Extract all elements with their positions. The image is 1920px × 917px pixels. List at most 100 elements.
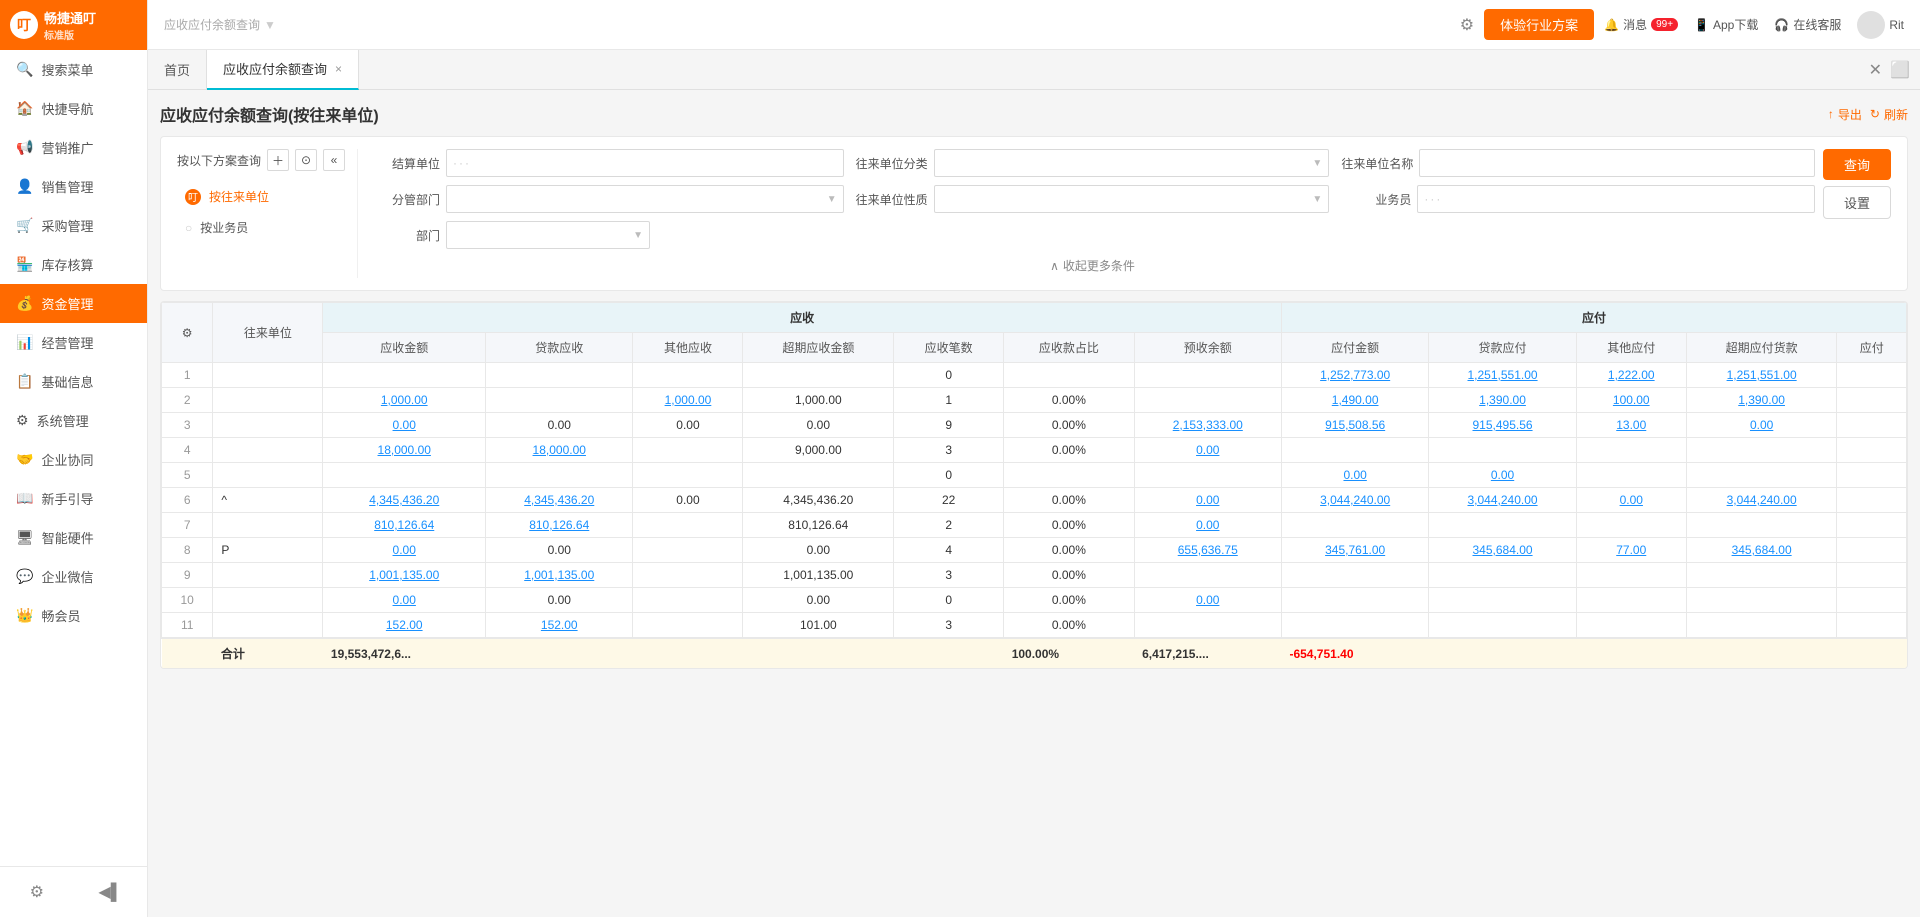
table-cell[interactable]: 1,252,773.00: [1281, 363, 1428, 388]
table-cell[interactable]: 0.00: [323, 538, 486, 563]
sidebar-item-guide[interactable]: 📖 新手引导: [0, 479, 147, 518]
online-service-btn[interactable]: 🎧 在线客服: [1774, 16, 1841, 33]
scheme-by-partner[interactable]: 叮 按往来单位: [177, 181, 345, 212]
sidebar-item-sales[interactable]: 👤 销售管理: [0, 167, 147, 206]
industry-solution-btn[interactable]: 体验行业方案: [1484, 9, 1594, 40]
table-cell: [213, 388, 323, 413]
refresh-btn[interactable]: ↻ 刷新: [1870, 106, 1908, 123]
sidebar-item-enterprise[interactable]: 🤝 企业协同: [0, 440, 147, 479]
table-cell[interactable]: 1,251,551.00: [1686, 363, 1837, 388]
sidebar-item-quick-nav[interactable]: 🏠 快捷导航: [0, 89, 147, 128]
table-cell[interactable]: 0.00: [1686, 413, 1837, 438]
table-cell[interactable]: 915,495.56: [1429, 413, 1576, 438]
partner-category-input[interactable]: ▼: [934, 149, 1330, 177]
tab-close-icon[interactable]: ×: [335, 62, 342, 76]
table-cell[interactable]: 0.00: [323, 588, 486, 613]
table-cell[interactable]: 1,000.00: [323, 388, 486, 413]
dept-mgr-label: 分管部门: [370, 191, 440, 208]
table-cell[interactable]: 655,636.75: [1134, 538, 1281, 563]
table-cell[interactable]: 1,001,135.00: [486, 563, 633, 588]
table-cell[interactable]: 810,126.64: [323, 513, 486, 538]
sidebar-item-basic[interactable]: 📋 基础信息: [0, 362, 147, 401]
table-cell[interactable]: 18,000.00: [323, 438, 486, 463]
table-cell[interactable]: 0.00: [1576, 488, 1686, 513]
settings-btn[interactable]: 设置: [1823, 186, 1891, 219]
table-cell[interactable]: 100.00: [1576, 388, 1686, 413]
collapse-more-btn[interactable]: ∧ 收起更多条件: [1038, 253, 1147, 278]
table-cell[interactable]: 1,001,135.00: [323, 563, 486, 588]
sidebar-item-system[interactable]: ⚙ 系统管理: [0, 401, 147, 440]
sidebar-item-search-menu[interactable]: 🔍 搜索菜单: [0, 50, 147, 89]
table-cell[interactable]: 1,000.00: [633, 388, 743, 413]
scheme-by-salesperson[interactable]: ○ 按业务员: [177, 212, 345, 243]
filter-settings-btn[interactable]: ⊙: [295, 149, 317, 171]
table-cell[interactable]: 77.00: [1576, 538, 1686, 563]
sidebar-settings-btn[interactable]: ⚙: [17, 877, 57, 907]
sidebar-item-member[interactable]: 👑 畅会员: [0, 596, 147, 635]
table-cell[interactable]: 13.00: [1576, 413, 1686, 438]
table-cell[interactable]: 3,044,240.00: [1281, 488, 1428, 513]
table-cell[interactable]: 0.00: [1134, 438, 1281, 463]
table-cell: [1134, 363, 1281, 388]
table-cell[interactable]: 18,000.00: [486, 438, 633, 463]
table-cell[interactable]: 1,390.00: [1429, 388, 1576, 413]
table-cell[interactable]: 0.00: [323, 413, 486, 438]
sidebar-item-inventory[interactable]: 🏪 库存核算: [0, 245, 147, 284]
dept-input[interactable]: ▼: [446, 221, 650, 249]
salesperson-label: 业务员: [1341, 191, 1411, 208]
table-cell[interactable]: 345,761.00: [1281, 538, 1428, 563]
export-btn[interactable]: ↑ 导出: [1828, 106, 1862, 123]
table-cell: [213, 438, 323, 463]
table-cell[interactable]: 0.00: [1134, 588, 1281, 613]
table-cell[interactable]: 810,126.64: [486, 513, 633, 538]
partner-nature-label: 往来单位性质: [856, 191, 928, 208]
table-cell[interactable]: 3,044,240.00: [1686, 488, 1837, 513]
table-cell[interactable]: 1,222.00: [1576, 363, 1686, 388]
partner-nature-input[interactable]: ▼: [934, 185, 1330, 213]
table-cell[interactable]: 345,684.00: [1429, 538, 1576, 563]
tab-home[interactable]: 首页: [148, 50, 207, 90]
footer-ar-advance[interactable]: 6,417,215....: [1134, 638, 1281, 668]
sidebar-item-operation[interactable]: 📊 经营管理: [0, 323, 147, 362]
sidebar-item-purchase[interactable]: 🛒 采购管理: [0, 206, 147, 245]
search-icon: 🔍: [16, 61, 33, 78]
sidebar-collapse-btn[interactable]: ◀▌: [90, 877, 130, 907]
query-btn[interactable]: 查询: [1823, 149, 1891, 180]
table-cell[interactable]: 1,390.00: [1686, 388, 1837, 413]
table-cell[interactable]: 345,684.00: [1686, 538, 1837, 563]
filter-collapse-btn2[interactable]: «: [323, 149, 345, 171]
footer-ar-loan: [486, 638, 633, 668]
table-cell[interactable]: 0.00: [1134, 488, 1281, 513]
app-download-btn[interactable]: 📱 App下载: [1694, 16, 1758, 33]
partner-name-input[interactable]: [1419, 149, 1815, 177]
notice-btn[interactable]: 🔔 消息 99+: [1604, 16, 1678, 33]
table-cell[interactable]: 4,345,436.20: [486, 488, 633, 513]
table-cell[interactable]: 152.00: [486, 613, 633, 639]
table-cell[interactable]: 0.00: [1281, 463, 1428, 488]
dept-mgr-input[interactable]: ▼: [446, 185, 844, 213]
settlement-input[interactable]: ···: [446, 149, 844, 177]
table-cell[interactable]: 0.00: [1134, 513, 1281, 538]
footer-ar-total[interactable]: 19,553,472,6...: [323, 638, 486, 668]
topbar-gear-icon[interactable]: ⚙: [1460, 15, 1474, 35]
tab-close-all-icon[interactable]: ✕: [1869, 60, 1882, 80]
table-cell[interactable]: 4,345,436.20: [323, 488, 486, 513]
sidebar-item-capital[interactable]: 💰 资金管理: [0, 284, 147, 323]
tab-restore-icon[interactable]: ⬜: [1890, 60, 1910, 80]
table-cell[interactable]: 152.00: [323, 613, 486, 639]
sidebar-item-marketing[interactable]: 📢 营销推广: [0, 128, 147, 167]
table-cell[interactable]: 1,251,551.00: [1429, 363, 1576, 388]
table-cell[interactable]: 0.00: [1429, 463, 1576, 488]
table-gear-icon[interactable]: ⚙: [182, 326, 193, 340]
table-cell[interactable]: 2,153,333.00: [1134, 413, 1281, 438]
table-cell[interactable]: 3,044,240.00: [1429, 488, 1576, 513]
salesperson-input[interactable]: ···: [1417, 185, 1815, 213]
user-info[interactable]: Rit: [1857, 11, 1904, 39]
filter-add-btn[interactable]: ＋: [267, 149, 289, 171]
sidebar-item-wechat[interactable]: 💬 企业微信: [0, 557, 147, 596]
tab-ar-ap[interactable]: 应收应付余额查询 ×: [207, 50, 359, 90]
table-cell: 3: [894, 438, 1004, 463]
sidebar-item-smart[interactable]: 🖥 智能硬件: [0, 518, 147, 557]
table-cell[interactable]: 1,490.00: [1281, 388, 1428, 413]
table-cell[interactable]: 915,508.56: [1281, 413, 1428, 438]
